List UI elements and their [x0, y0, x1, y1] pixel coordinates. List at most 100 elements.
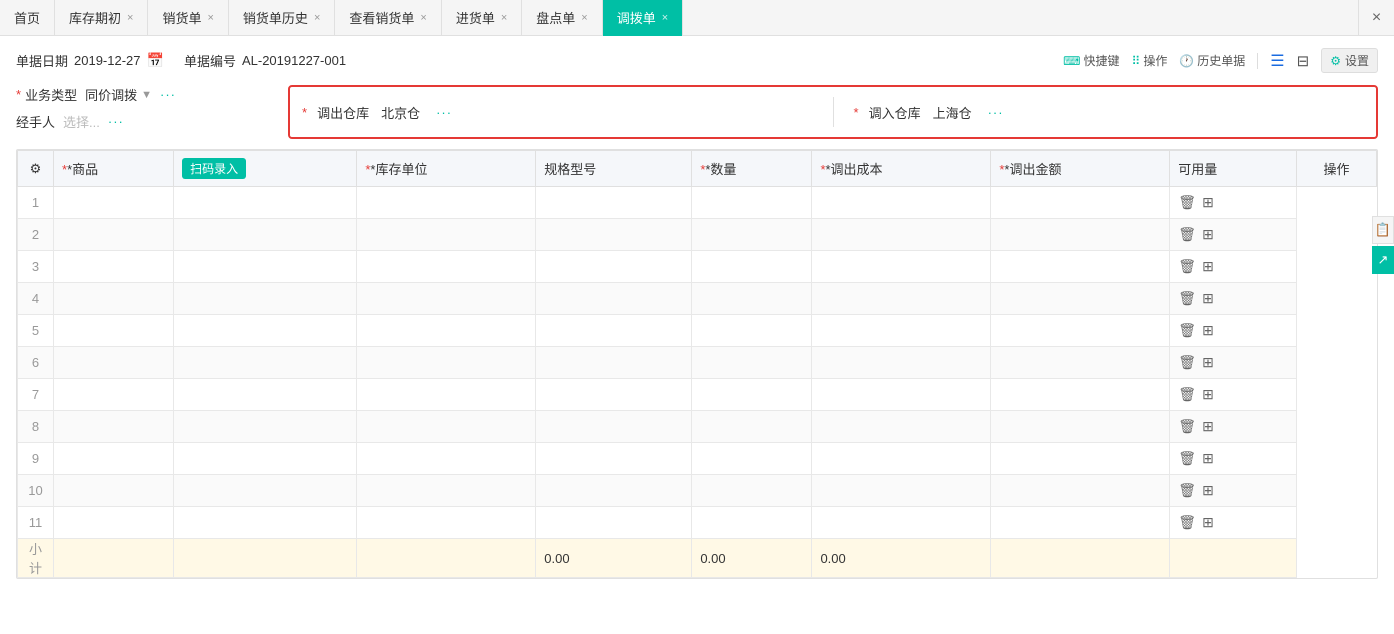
- handler-more[interactable]: ···: [108, 114, 124, 129]
- business-type-select[interactable]: 同价调拨 ▼: [85, 85, 152, 104]
- amount-cell[interactable]: [812, 283, 991, 315]
- copy-icon[interactable]: ⊞: [1202, 418, 1214, 435]
- spec-cell[interactable]: [357, 219, 536, 251]
- tab-close-purchase-order[interactable]: ×: [501, 12, 507, 24]
- tab-view-sales[interactable]: 查看销货单 ×: [335, 0, 441, 36]
- tab-transfer-order[interactable]: 调拨单 ×: [603, 0, 683, 36]
- available-cell[interactable]: [991, 411, 1170, 443]
- product-cell[interactable]: [54, 443, 174, 475]
- out-warehouse-value[interactable]: 北京仓: [381, 103, 420, 122]
- quantity-cell[interactable]: [536, 315, 692, 347]
- unit-cell[interactable]: [174, 315, 357, 347]
- unit-cell[interactable]: [174, 475, 357, 507]
- copy-icon[interactable]: ⊞: [1202, 226, 1214, 243]
- delete-icon[interactable]: 🗑: [1178, 194, 1196, 211]
- quantity-cell[interactable]: [536, 411, 692, 443]
- delete-icon[interactable]: 🗑: [1178, 354, 1196, 371]
- amount-cell[interactable]: [812, 379, 991, 411]
- unit-cell[interactable]: [174, 251, 357, 283]
- amount-cell[interactable]: [812, 315, 991, 347]
- tab-inventory-count[interactable]: 盘点单 ×: [522, 0, 602, 36]
- cost-cell[interactable]: [692, 187, 812, 219]
- available-cell[interactable]: [991, 315, 1170, 347]
- tab-purchase-order[interactable]: 进货单 ×: [442, 0, 522, 36]
- tab-close-sales-order[interactable]: ×: [207, 12, 213, 24]
- unit-cell[interactable]: [174, 219, 357, 251]
- amount-cell[interactable]: [812, 187, 991, 219]
- spec-cell[interactable]: [357, 507, 536, 539]
- product-cell[interactable]: [54, 187, 174, 219]
- unit-cell[interactable]: [174, 379, 357, 411]
- handler-select[interactable]: 选择...: [63, 112, 100, 131]
- available-cell[interactable]: [991, 379, 1170, 411]
- available-cell[interactable]: [991, 443, 1170, 475]
- quantity-cell[interactable]: [536, 507, 692, 539]
- available-cell[interactable]: [991, 219, 1170, 251]
- spec-cell[interactable]: [357, 187, 536, 219]
- in-warehouse-more[interactable]: ···: [988, 105, 1004, 120]
- available-cell[interactable]: [991, 475, 1170, 507]
- unit-cell[interactable]: [174, 187, 357, 219]
- in-warehouse-value[interactable]: 上海仓: [933, 103, 972, 122]
- product-cell[interactable]: [54, 411, 174, 443]
- product-cell[interactable]: [54, 347, 174, 379]
- available-cell[interactable]: [991, 283, 1170, 315]
- copy-icon[interactable]: ⊞: [1202, 450, 1214, 467]
- cost-cell[interactable]: [692, 507, 812, 539]
- product-cell[interactable]: [54, 219, 174, 251]
- amount-cell[interactable]: [812, 475, 991, 507]
- quantity-cell[interactable]: [536, 251, 692, 283]
- copy-icon[interactable]: ⊞: [1202, 194, 1214, 211]
- quantity-cell[interactable]: [536, 187, 692, 219]
- copy-icon[interactable]: ⊞: [1202, 258, 1214, 275]
- cost-cell[interactable]: [692, 219, 812, 251]
- layout1-button[interactable]: ☰: [1270, 51, 1284, 71]
- available-cell[interactable]: [991, 187, 1170, 219]
- quantity-cell[interactable]: [536, 379, 692, 411]
- cost-cell[interactable]: [692, 315, 812, 347]
- spec-cell[interactable]: [357, 411, 536, 443]
- cost-cell[interactable]: [692, 251, 812, 283]
- unit-cell[interactable]: [174, 411, 357, 443]
- operation-button[interactable]: ⠿ 操作: [1132, 52, 1168, 69]
- copy-icon[interactable]: ⊞: [1202, 386, 1214, 403]
- export-float-button[interactable]: ↗: [1372, 246, 1394, 274]
- business-type-more[interactable]: ···: [160, 87, 176, 102]
- quantity-cell[interactable]: [536, 283, 692, 315]
- tab-sales-order[interactable]: 销货单 ×: [148, 0, 228, 36]
- product-cell[interactable]: [54, 507, 174, 539]
- delete-icon[interactable]: 🗑: [1178, 386, 1196, 403]
- unit-cell[interactable]: [174, 347, 357, 379]
- available-cell[interactable]: [991, 347, 1170, 379]
- delete-icon[interactable]: 🗑: [1178, 290, 1196, 307]
- spec-cell[interactable]: [357, 315, 536, 347]
- delete-icon[interactable]: 🗑: [1178, 482, 1196, 499]
- spec-cell[interactable]: [357, 443, 536, 475]
- settings-button[interactable]: ⚙ 设置: [1321, 48, 1378, 73]
- delete-icon[interactable]: 🗑: [1178, 418, 1196, 435]
- tab-close-inventory-count[interactable]: ×: [581, 12, 587, 24]
- quantity-cell[interactable]: [536, 219, 692, 251]
- amount-cell[interactable]: [812, 219, 991, 251]
- spec-cell[interactable]: [357, 283, 536, 315]
- product-cell[interactable]: [54, 315, 174, 347]
- cost-cell[interactable]: [692, 379, 812, 411]
- spec-cell[interactable]: [357, 379, 536, 411]
- scan-button[interactable]: 扫码录入: [182, 158, 246, 179]
- cost-cell[interactable]: [692, 443, 812, 475]
- quantity-cell[interactable]: [536, 347, 692, 379]
- copy-icon[interactable]: ⊞: [1202, 354, 1214, 371]
- layout2-button[interactable]: ⊟: [1297, 52, 1310, 70]
- product-cell[interactable]: [54, 379, 174, 411]
- amount-cell[interactable]: [812, 507, 991, 539]
- delete-icon[interactable]: 🗑: [1178, 514, 1196, 531]
- cost-cell[interactable]: [692, 347, 812, 379]
- shortcut-button[interactable]: ⌨ 快捷键: [1063, 52, 1119, 69]
- delete-icon[interactable]: 🗑: [1178, 450, 1196, 467]
- copy-icon[interactable]: ⊞: [1202, 290, 1214, 307]
- copy-icon[interactable]: ⊞: [1202, 322, 1214, 339]
- gear-column-header[interactable]: ⚙: [18, 151, 54, 187]
- window-close-button[interactable]: ×: [1358, 0, 1394, 36]
- note-float-button[interactable]: 📋: [1372, 216, 1394, 244]
- calendar-icon[interactable]: 📅: [147, 52, 164, 69]
